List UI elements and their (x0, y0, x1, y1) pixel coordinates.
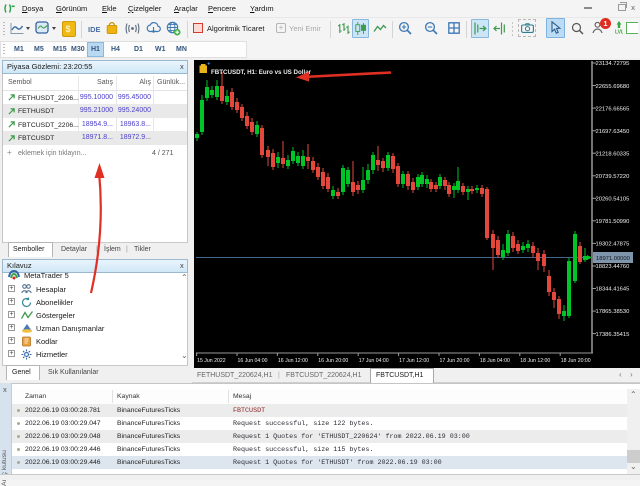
svg-text:18 Jun 12:00: 18 Jun 12:00 (520, 358, 550, 364)
svg-text:17 Jun 20:00: 17 Jun 20:00 (440, 358, 470, 364)
svg-text:17386.35415: 17386.35415 (596, 332, 630, 338)
svg-text:20739.57220: 20739.57220 (596, 174, 630, 180)
svg-text:19781.50990: 19781.50990 (596, 219, 630, 225)
svg-text:18823.44760: 18823.44760 (596, 264, 630, 270)
svg-text:16 Jun 20:00: 16 Jun 20:00 (318, 358, 348, 364)
svg-text:22176.66565: 22176.66565 (596, 106, 630, 112)
svg-text:15 Jun 2022: 15 Jun 2022 (197, 358, 226, 364)
svg-text:17 Jun 12:00: 17 Jun 12:00 (399, 358, 429, 364)
svg-text:18 Jun 20:00: 18 Jun 20:00 (561, 358, 591, 364)
svg-text:22655.69680: 22655.69680 (596, 84, 630, 90)
svg-text:18 Jun 04:00: 18 Jun 04:00 (480, 358, 510, 364)
svg-text:17865.38530: 17865.38530 (596, 309, 630, 315)
svg-text:21218.60335: 21218.60335 (596, 151, 630, 157)
svg-text:21697.63450: 21697.63450 (596, 129, 630, 135)
svg-text:18971.00000: 18971.00000 (596, 256, 630, 262)
svg-text:18344.41645: 18344.41645 (596, 287, 630, 293)
svg-text:17 Jun 04:00: 17 Jun 04:00 (359, 358, 389, 364)
svg-text:23134.72795: 23134.72795 (596, 61, 630, 67)
svg-text:19302.47875: 19302.47875 (596, 242, 630, 248)
svg-text:FBTCUSDT, H1: Euro vs US Doll: FBTCUSDT, H1: Euro vs US Dollar (211, 69, 312, 76)
svg-text:16 Jun 12:00: 16 Jun 12:00 (278, 358, 308, 364)
svg-text:LVL: LVL (615, 30, 623, 35)
svg-text:20260.54105: 20260.54105 (596, 197, 630, 203)
svg-text:16 Jun 04:00: 16 Jun 04:00 (238, 358, 268, 364)
